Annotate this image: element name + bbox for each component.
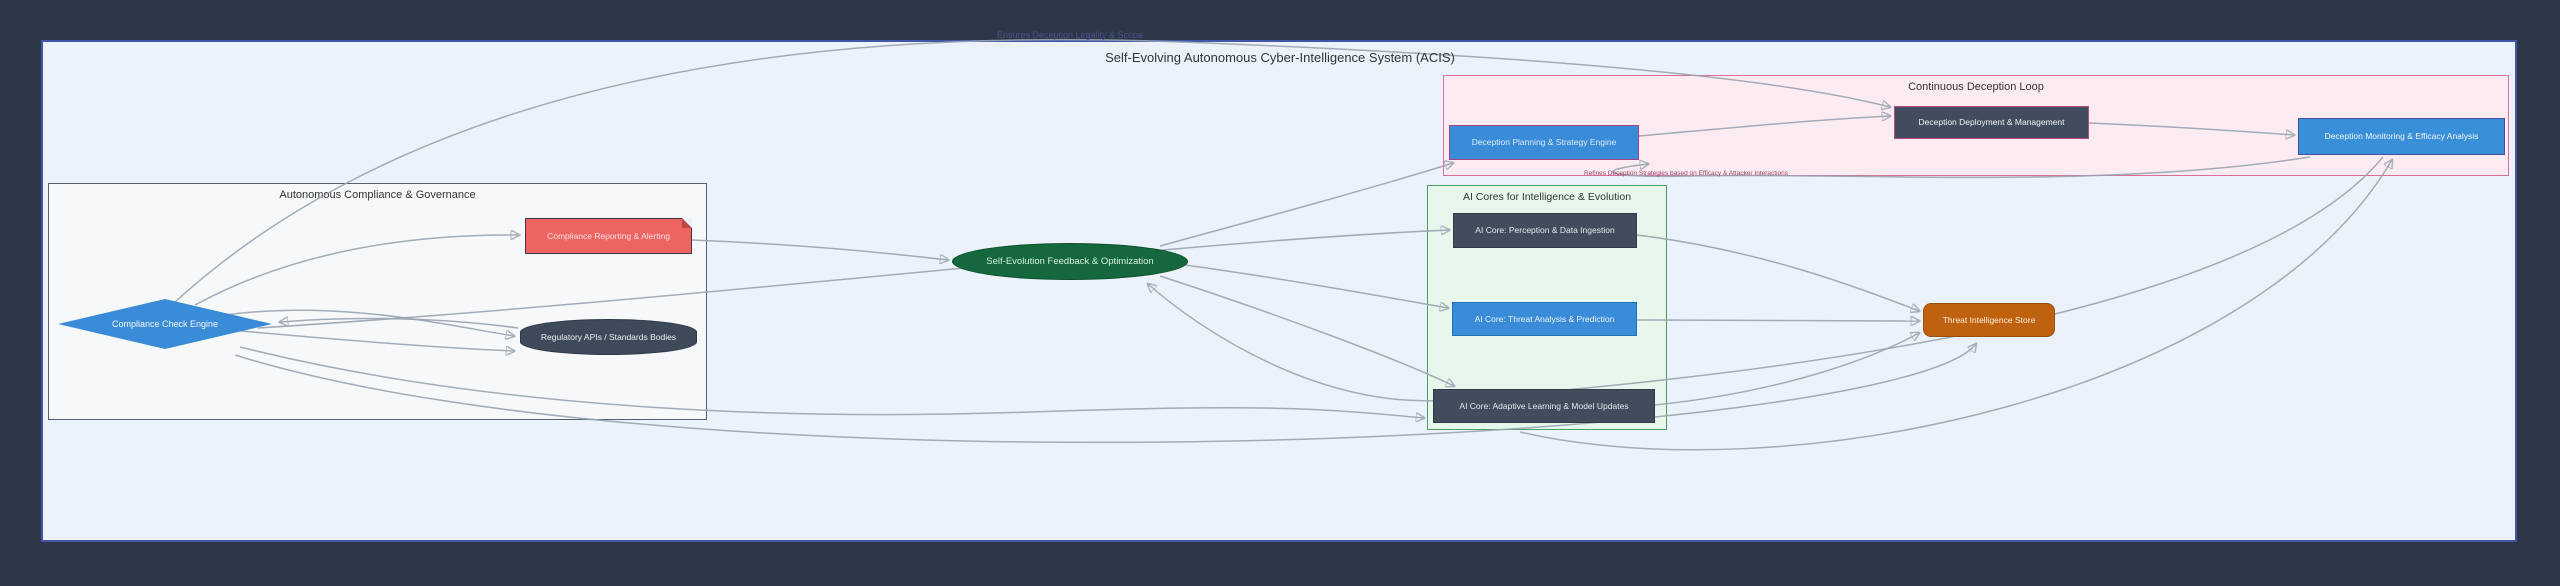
subgraph-ai-cores-title: AI Cores for Intelligence & Evolution — [1462, 191, 1632, 203]
node-compliance-reporting-alerting: Compliance Reporting & Alerting — [525, 218, 692, 254]
node-ai-core-perception-data-ingestion: AI Core: Perception & Data Ingestion — [1453, 213, 1637, 248]
node-compliance-check-engine-label: Compliance Check Engine — [111, 318, 219, 329]
node-ai-core-threat-analysis-prediction: AI Core: Threat Analysis & Prediction — [1452, 302, 1637, 336]
node-ai-adaptive-label: AI Core: Adaptive Learning & Model Updat… — [1459, 400, 1629, 411]
subgraph-deception-title: Continuous Deception Loop — [1908, 81, 2044, 93]
node-deception-monitoring-efficacy-analysis: Deception Monitoring & Efficacy Analysis — [2298, 118, 2505, 155]
node-ai-perception-label: AI Core: Perception & Data Ingestion — [1475, 225, 1615, 236]
node-deception-deployment-label: Deception Deployment & Management — [1918, 117, 2065, 128]
diagram-title: Self-Evolving Autonomous Cyber-Intellige… — [1105, 50, 1455, 65]
node-regulatory-apis-label: Regulatory APIs / Standards Bodies — [540, 331, 677, 342]
node-regulatory-apis-standards-bodies: Regulatory APIs / Standards Bodies — [520, 319, 697, 355]
node-self-evolution-feedback-optimization: Self-Evolution Feedback & Optimization — [952, 243, 1188, 280]
node-deception-deployment-management: Deception Deployment & Management — [1894, 106, 2089, 139]
node-self-evolution-label: Self-Evolution Feedback & Optimization — [986, 255, 1154, 267]
node-ai-core-adaptive-learning-model-updates: AI Core: Adaptive Learning & Model Updat… — [1433, 389, 1655, 423]
edge-label-refine: Refines Deception Strategies based on Ef… — [1583, 170, 1789, 177]
node-deception-planning-strategy-engine: Deception Planning & Strategy Engine — [1449, 125, 1639, 160]
node-deception-planning-label: Deception Planning & Strategy Engine — [1471, 137, 1617, 148]
note-fold-corner — [682, 218, 692, 228]
diagram-stage: Autonomous Compliance & Governance Conti… — [0, 0, 2560, 586]
edge-label-legality: Ensures Deception Legality & Scope — [996, 30, 1144, 40]
node-threat-store-label: Threat Intelligence Store — [1942, 314, 2036, 325]
node-threat-intelligence-store: Threat Intelligence Store — [1923, 303, 2055, 337]
node-ai-threat-label: AI Core: Threat Analysis & Prediction — [1474, 313, 1615, 324]
node-compliance-reporting-alerting-label: Compliance Reporting & Alerting — [547, 230, 670, 241]
node-deception-monitoring-label: Deception Monitoring & Efficacy Analysis — [2324, 131, 2479, 142]
subgraph-compliance-title: Autonomous Compliance & Governance — [279, 189, 476, 201]
